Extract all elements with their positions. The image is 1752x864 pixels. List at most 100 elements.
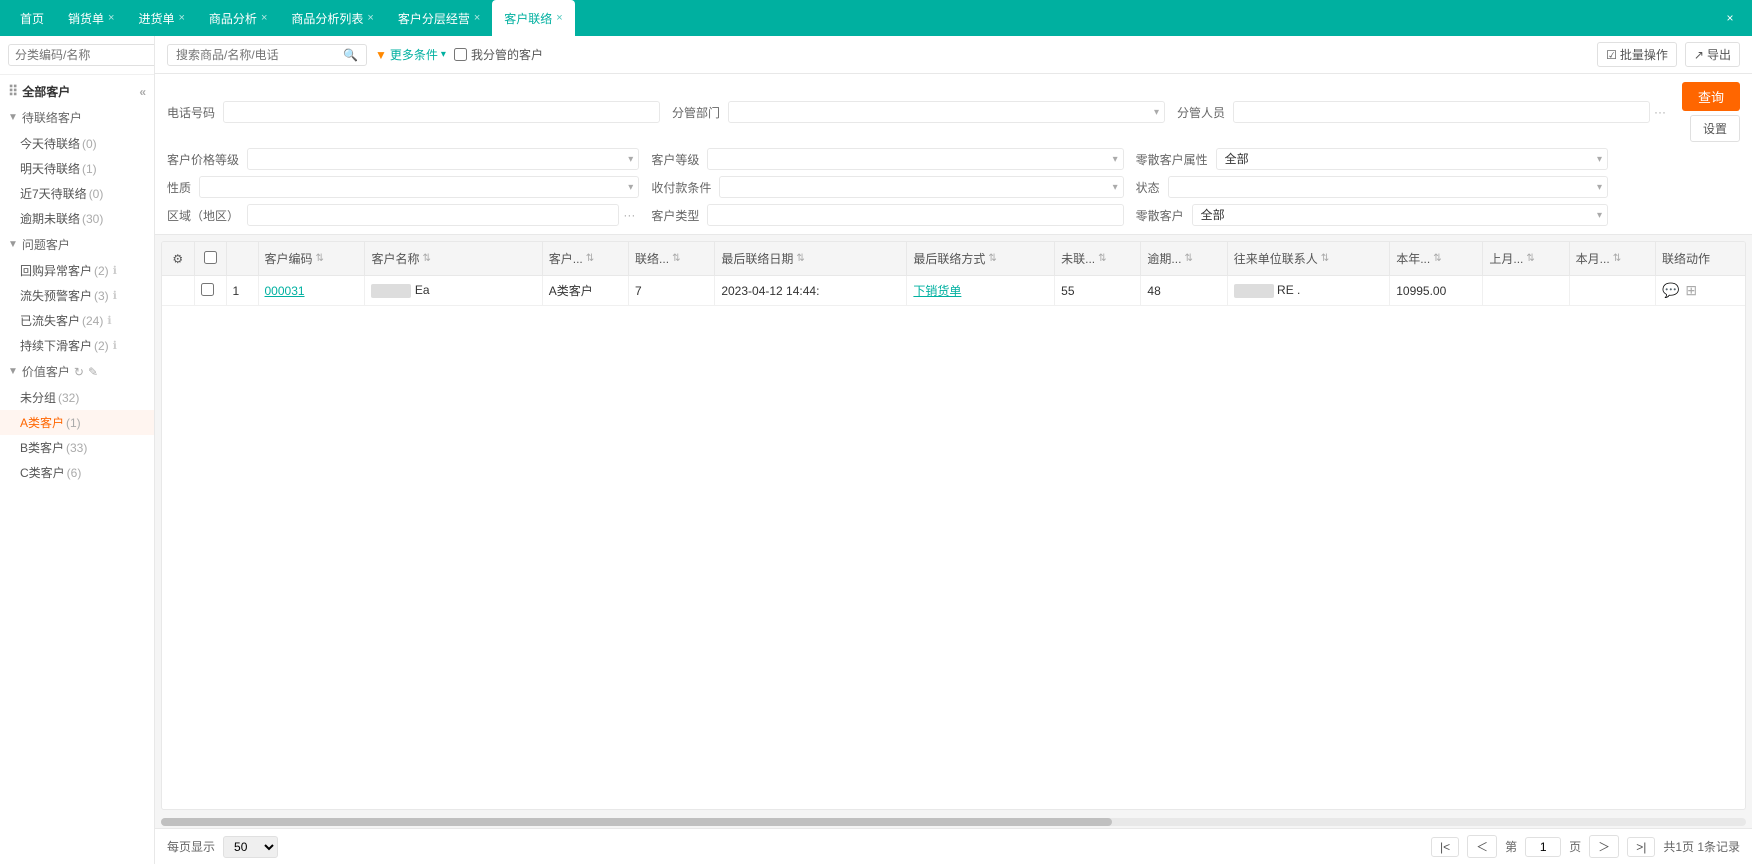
nature-select[interactable] [199, 176, 639, 198]
filter-dept: 分管部门 ▾ [672, 101, 1165, 123]
search-icon[interactable]: 🔍 [343, 48, 358, 62]
retail-attr-select[interactable]: 全部 [1216, 148, 1608, 170]
close-all-tabs-button[interactable]: × [1716, 4, 1744, 32]
info-icon-1[interactable]: ℹ [113, 264, 117, 277]
last-page-button[interactable]: >| [1627, 837, 1655, 857]
cust-level-select[interactable] [707, 148, 1123, 170]
region-input[interactable] [247, 204, 619, 226]
sidebar-item-ungrouped[interactable]: 未分组 (32) [0, 385, 154, 410]
info-icon-2[interactable]: ℹ [113, 289, 117, 302]
pagination: 每页显示 50 100 200 |< ＜ 第 页 ＞ >| 共1页 1条记录 [155, 828, 1752, 864]
nav-customer-tier-close[interactable]: × [474, 12, 480, 24]
horizontal-scrollbar[interactable] [155, 816, 1752, 828]
value-group-edit-icon[interactable]: ✎ [88, 365, 98, 379]
sidebar-group-value[interactable]: ▼ 价值客户 ↻ ✎ [0, 358, 154, 385]
nav-customer-contact-close[interactable]: × [556, 12, 562, 24]
sidebar-item-c-class[interactable]: C类客户 (6) [0, 460, 154, 485]
th-cust-code[interactable]: 客户编码⇅ [258, 242, 365, 276]
search-input[interactable] [176, 48, 343, 62]
th-this-year[interactable]: 本年...⇅ [1390, 242, 1483, 276]
data-table: ⚙ 客户编码⇅ 客户名称⇅ 客户...⇅ [162, 242, 1745, 306]
prev-page-button[interactable]: ＜ [1467, 835, 1497, 858]
td-uncontacted: 55 [1055, 276, 1141, 306]
select-all-checkbox[interactable] [204, 251, 217, 264]
status-select[interactable] [1168, 176, 1608, 198]
nav-customer-tier[interactable]: 客户分层经营 × [386, 0, 492, 36]
nav-sales-close[interactable]: × [108, 12, 114, 24]
nav-purchase-close[interactable]: × [178, 12, 184, 24]
more-filters-button[interactable]: ▼ 更多条件 ▾ [375, 46, 446, 63]
sidebar-group-pending[interactable]: ▼ 待联络客户 [0, 104, 154, 131]
qr-icon[interactable]: ⊞ [1685, 282, 1697, 299]
retail-cust-select[interactable]: 全部 [1192, 204, 1608, 226]
phone-input[interactable] [223, 101, 660, 123]
sidebar-group-problem[interactable]: ▼ 问题客户 [0, 231, 154, 258]
th-last-contact-date[interactable]: 最后联络日期⇅ [715, 242, 907, 276]
export-button[interactable]: ↗ 导出 [1685, 42, 1740, 67]
nav-product-analysis-close[interactable]: × [261, 12, 267, 24]
nav-purchase[interactable]: 进货单 × [126, 0, 196, 36]
chat-icon[interactable]: 💬 [1662, 282, 1679, 299]
my-customers-checkbox-input[interactable] [454, 48, 467, 61]
value-group-refresh-icon[interactable]: ↻ [74, 365, 84, 379]
filter-region: 区域（地区） ··· [167, 204, 639, 226]
sort-icon-type: ⇅ [586, 253, 594, 264]
th-gear[interactable]: ⚙ [162, 242, 194, 276]
setting-button[interactable]: 设置 [1690, 115, 1740, 142]
contact-method-link[interactable]: 下销货单 [913, 284, 961, 298]
th-cust-name[interactable]: 客户名称⇅ [365, 242, 542, 276]
th-last-month[interactable]: 上月...⇅ [1483, 242, 1569, 276]
cust-type-input[interactable] [707, 204, 1123, 226]
region-dots[interactable]: ··· [623, 208, 635, 222]
sidebar-item-7days[interactable]: 近7天待联络 (0) [0, 181, 154, 206]
data-table-wrap: ⚙ 客户编码⇅ 客户名称⇅ 客户...⇅ [161, 241, 1746, 810]
th-visit-contact[interactable]: 往来单位联系人⇅ [1227, 242, 1390, 276]
nav-customer-contact[interactable]: 客户联络 × [492, 0, 574, 36]
query-button[interactable]: 查询 [1682, 82, 1740, 111]
sort-icon-thismonth: ⇅ [1613, 253, 1621, 264]
row-checkbox[interactable] [201, 283, 214, 296]
filter-status: 状态 ▾ [1136, 176, 1608, 198]
th-cust-type[interactable]: 客户...⇅ [542, 242, 628, 276]
my-customers-checkbox[interactable]: 我分管的客户 [454, 46, 543, 63]
td-last-contact-method: 下销货单 [907, 276, 1055, 306]
bulk-ops-button[interactable]: ☑ 批量操作 [1597, 42, 1677, 67]
info-icon-3[interactable]: ℹ [107, 314, 111, 327]
sidebar-item-declining[interactable]: 持续下滑客户 (2) ℹ [0, 333, 154, 358]
th-last-contact-method[interactable]: 最后联络方式⇅ [907, 242, 1055, 276]
price-level-select[interactable] [247, 148, 639, 170]
next-page-button[interactable]: ＞ [1589, 835, 1619, 858]
nav-sales[interactable]: 销货单 × [56, 0, 126, 36]
nav-product-analysis-list-close[interactable]: × [367, 12, 373, 24]
sidebar-item-b-class[interactable]: B类客户 (33) [0, 435, 154, 460]
scrollbar-thumb[interactable] [161, 818, 1112, 826]
sidebar-item-churn-warning[interactable]: 流失预警客户 (3) ℹ [0, 283, 154, 308]
info-icon-4[interactable]: ℹ [113, 339, 117, 352]
nav-product-analysis[interactable]: 商品分析 × [197, 0, 279, 36]
person-dots[interactable]: ··· [1654, 105, 1666, 119]
cust-code-link[interactable]: 000031 [265, 284, 305, 298]
sidebar-item-churned[interactable]: 已流失客户 (24) ℹ [0, 308, 154, 333]
payment-select[interactable] [719, 176, 1123, 198]
sidebar-item-tomorrow[interactable]: 明天待联络 (1) [0, 156, 154, 181]
sidebar-item-a-class[interactable]: A类客户 (1) [0, 410, 154, 435]
sidebar-item-today[interactable]: 今天待联络 (0) [0, 131, 154, 156]
sidebar-search-input[interactable] [8, 44, 155, 66]
dept-select[interactable] [728, 101, 1165, 123]
sidebar-item-repurchase-abnormal[interactable]: 回购异常客户 (2) ℹ [0, 258, 154, 283]
td-last-month [1483, 276, 1569, 306]
th-this-month[interactable]: 本月...⇅ [1569, 242, 1655, 276]
nav-product-analysis-list[interactable]: 商品分析列表 × [279, 0, 385, 36]
sidebar-collapse-icon[interactable]: « [139, 85, 146, 99]
page-size-select[interactable]: 50 100 200 [223, 836, 278, 858]
scrollbar-track [161, 818, 1746, 826]
first-page-button[interactable]: |< [1431, 837, 1459, 857]
th-contact[interactable]: 联络...⇅ [629, 242, 715, 276]
th-uncontacted[interactable]: 未联...⇅ [1055, 242, 1141, 276]
person-input[interactable] [1233, 101, 1650, 123]
th-overdue[interactable]: 逾期...⇅ [1141, 242, 1227, 276]
page-number-input[interactable] [1525, 837, 1561, 857]
nav-home[interactable]: 首页 [8, 0, 56, 36]
sidebar-item-overdue[interactable]: 逾期未联络 (30) [0, 206, 154, 231]
visit-contact-masked [1234, 284, 1274, 298]
